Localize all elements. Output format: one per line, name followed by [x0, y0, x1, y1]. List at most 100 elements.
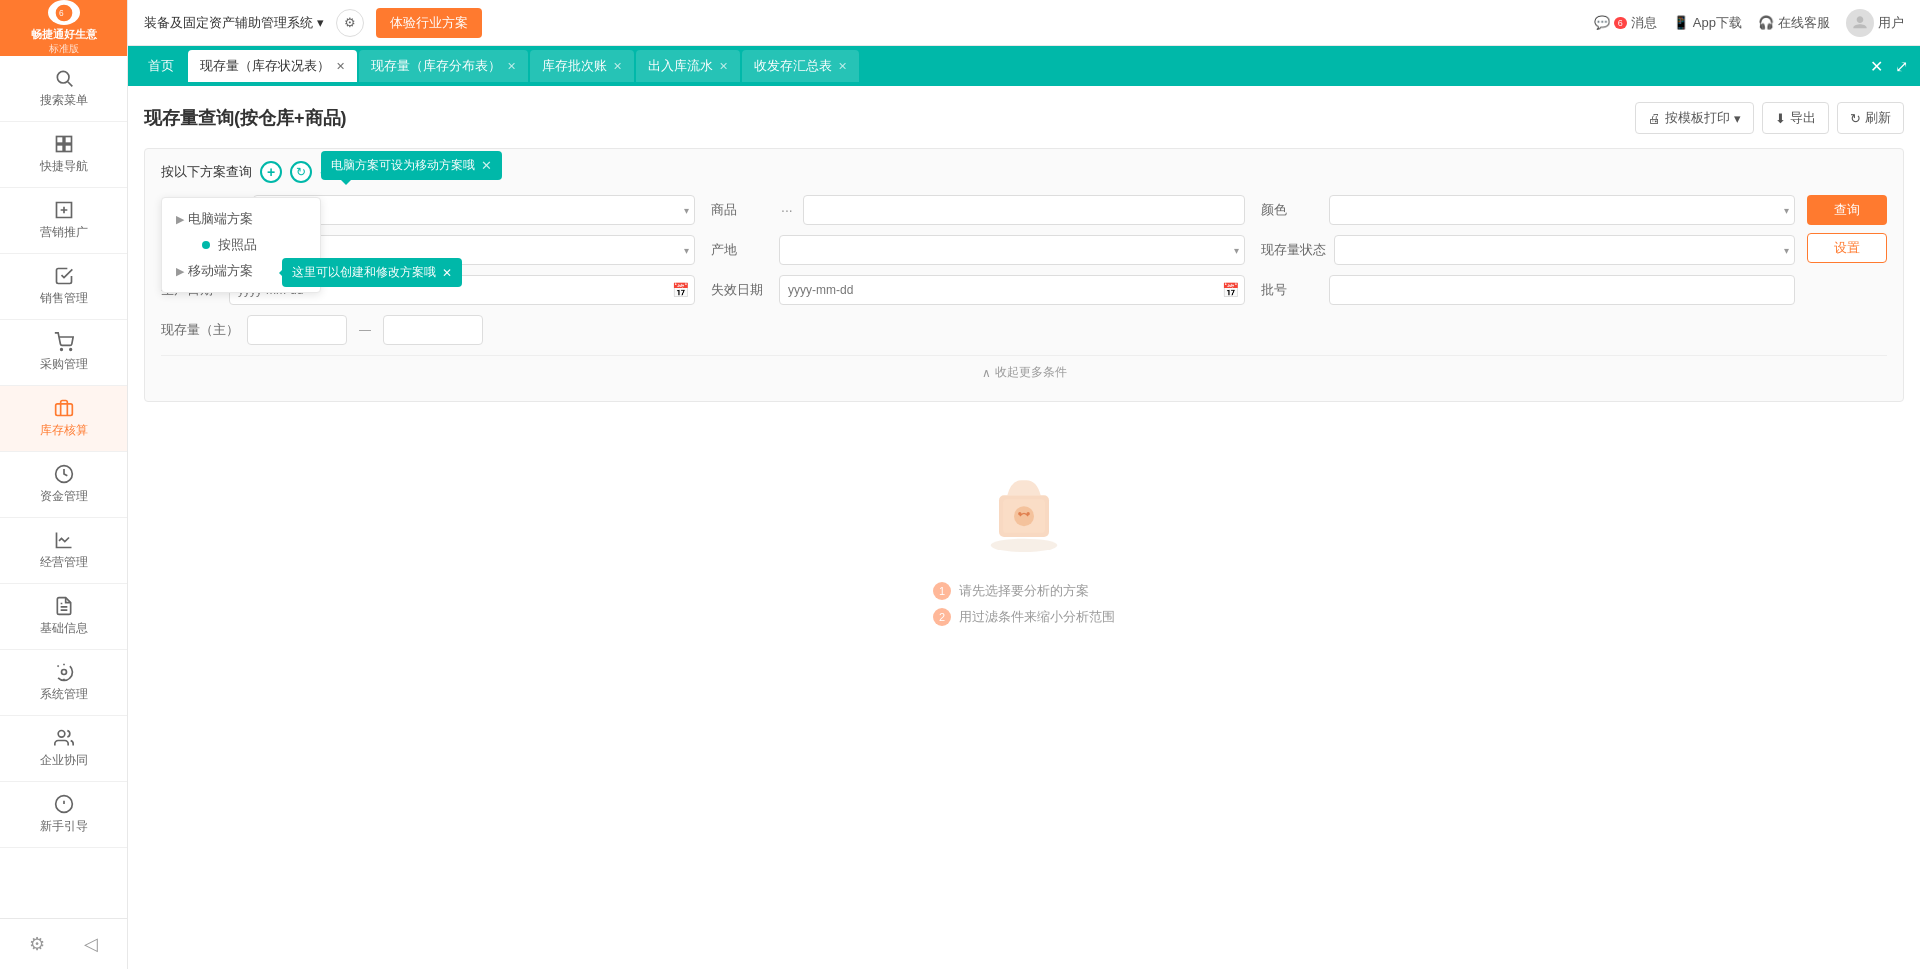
print-chevron-icon: ▾ [1734, 111, 1741, 126]
user-btn[interactable]: 用户 [1846, 9, 1904, 37]
origin-select-wrapper: ▾ [779, 235, 1245, 265]
message-btn[interactable]: 💬 6 消息 [1594, 14, 1657, 32]
system-settings-btn[interactable]: ⚙ [336, 9, 364, 37]
collapse-bar[interactable]: ∧ 收起更多条件 [161, 355, 1887, 389]
range-sep: — [355, 323, 375, 337]
tree-sub-label: 按照品 [218, 236, 257, 254]
svg-point-9 [69, 349, 71, 351]
tree-dot-icon [202, 241, 210, 249]
tab-home[interactable]: 首页 [136, 50, 186, 82]
tab-batch[interactable]: 库存批次账 ✕ [530, 50, 634, 82]
tab-batch-close[interactable]: ✕ [613, 60, 622, 73]
reset-btn[interactable]: 设置 [1807, 233, 1887, 263]
tab-stock-dist-close[interactable]: ✕ [507, 60, 516, 73]
filter-refresh-btn[interactable]: ↻ [290, 161, 312, 183]
product-input[interactable] [803, 195, 1245, 225]
message-icon: 💬 [1594, 15, 1610, 30]
filter-main-stock-row: 现存量（主） — [161, 315, 561, 345]
collapse-sidebar-btn[interactable]: ◁ [80, 929, 102, 959]
filter-label: 按以下方案查询 [161, 163, 252, 181]
sidebar-item-enterprise[interactable]: 企业协同 [0, 716, 127, 782]
scheme-tree: ▶ 电脑端方案 按照品 ▶ 移动端方案 这里可以创建和修改方案哦 ✕ [161, 197, 321, 293]
tab-close-all-btn[interactable]: ✕ [1866, 53, 1887, 80]
refresh-label: 刷新 [1865, 109, 1891, 127]
sidebar-item-quicknav[interactable]: 快捷导航 [0, 122, 127, 188]
tab-stock-status[interactable]: 现存量（库存状况表） ✕ [188, 50, 357, 82]
page-actions: 🖨 按模板打印 ▾ ⬇ 导出 ↻ 刷新 [1635, 102, 1904, 134]
settings-icon[interactable]: ⚙ [25, 929, 49, 959]
empty-illustration [974, 462, 1074, 562]
tab-summary-close[interactable]: ✕ [838, 60, 847, 73]
tab-inout-close[interactable]: ✕ [719, 60, 728, 73]
stock-status-label: 现存量状态 [1261, 241, 1326, 259]
product-dots[interactable]: ··· [779, 202, 795, 218]
origin-label: 产地 [711, 241, 771, 259]
stock-status-select-wrapper: ▾ [1334, 235, 1795, 265]
sidebar-item-finance[interactable]: 资金管理 [0, 452, 127, 518]
calendar-icon[interactable]: 📅 [672, 282, 689, 298]
sidebar-item-inventory[interactable]: 库存核算 [0, 386, 127, 452]
tooltip2-close[interactable]: ✕ [442, 266, 452, 280]
sidebar-bottom: ⚙ ◁ [0, 918, 127, 969]
print-btn[interactable]: 🖨 按模板打印 ▾ [1635, 102, 1754, 134]
main-stock-max-input[interactable] [383, 315, 483, 345]
svg-rect-7 [64, 145, 71, 152]
refresh-btn[interactable]: ↻ 刷新 [1837, 102, 1904, 134]
empty-tip2: 2 用过滤条件来缩小分析范围 [933, 608, 1115, 626]
tab-summary[interactable]: 收发存汇总表 ✕ [742, 50, 859, 82]
search-btn[interactable]: 查询 [1807, 195, 1887, 225]
tip1-num: 1 [933, 582, 951, 600]
tab-bar-right: ✕ ⤢ [1866, 53, 1912, 80]
app-name: 畅捷通好生意 [31, 27, 97, 42]
sidebar-item-system[interactable]: 系统管理 [0, 650, 127, 716]
tab-inout[interactable]: 出入库流水 ✕ [636, 50, 740, 82]
tree-sub-item[interactable]: 按照品 [170, 232, 312, 258]
tree-pc-scheme[interactable]: ▶ 电脑端方案 [170, 206, 312, 232]
filter-header: 按以下方案查询 + ↻ « 电脑方案可设为移动方案哦 ✕ ▶ 电脑端方案 [161, 161, 1887, 183]
color-input[interactable] [1329, 195, 1795, 225]
sidebar-item-operations[interactable]: 经营管理 [0, 518, 127, 584]
sidebar-item-marketing[interactable]: 营销推广 [0, 188, 127, 254]
app-download-btn[interactable]: 📱 App下载 [1673, 14, 1742, 32]
industry-btn[interactable]: 体验行业方案 [376, 8, 482, 38]
batch-input[interactable] [1329, 275, 1795, 305]
tab-stock-dist-label: 现存量（库存分布表） [371, 57, 501, 75]
product-label: 商品 [711, 201, 771, 219]
tab-fullscreen-btn[interactable]: ⤢ [1891, 53, 1912, 80]
sidebar-item-base[interactable]: 基础信息 [0, 584, 127, 650]
sidebar-item-search[interactable]: 搜索菜单 [0, 56, 127, 122]
online-support-btn[interactable]: 🎧 在线客服 [1758, 14, 1830, 32]
expire-calendar-icon[interactable]: 📅 [1222, 282, 1239, 298]
main-stock-min-input[interactable] [247, 315, 347, 345]
page-title: 现存量查询(按仓库+商品) [144, 106, 347, 130]
header-right: 💬 6 消息 📱 App下载 🎧 在线客服 用户 [1594, 9, 1904, 37]
filter-expire-date: 失效日期 📅 [711, 275, 1245, 305]
origin-input[interactable] [779, 235, 1245, 265]
export-btn[interactable]: ⬇ 导出 [1762, 102, 1829, 134]
svg-rect-6 [56, 145, 63, 152]
export-label: 导出 [1790, 109, 1816, 127]
tab-stock-status-close[interactable]: ✕ [336, 60, 345, 73]
tree-mobile-label: 移动端方案 [188, 262, 253, 280]
expire-date-label: 失效日期 [711, 281, 771, 299]
svg-point-0 [55, 4, 72, 21]
svg-point-2 [57, 71, 69, 83]
tooltip2-text: 这里可以创建和修改方案哦 [292, 264, 436, 281]
sidebar-item-sales[interactable]: 销售管理 [0, 254, 127, 320]
svg-point-15 [991, 539, 1058, 552]
sidebar-nav: 搜索菜单 快捷导航 营销推广 销售管理 采购管理 库存核算 资金管理 经营管理 [0, 56, 127, 918]
filter-add-btn[interactable]: + [260, 161, 282, 183]
tip2-text: 用过滤条件来缩小分析范围 [959, 608, 1115, 626]
svg-rect-4 [56, 137, 63, 144]
tree-expand-icon: ▶ [176, 213, 184, 226]
system-selector[interactable]: 装备及固定资产辅助管理系统 ▾ [144, 14, 324, 32]
phone-icon: 📱 [1673, 15, 1689, 30]
empty-state: 1 请先选择要分析的方案 2 用过滤条件来缩小分析范围 [144, 402, 1904, 686]
tab-summary-label: 收发存汇总表 [754, 57, 832, 75]
sidebar-item-guide[interactable]: 新手引导 [0, 782, 127, 848]
stock-status-input[interactable] [1334, 235, 1795, 265]
tooltip1-close[interactable]: ✕ [481, 158, 492, 173]
sidebar-item-purchase[interactable]: 采购管理 [0, 320, 127, 386]
expire-date-input[interactable] [779, 275, 1245, 305]
tab-stock-dist[interactable]: 现存量（库存分布表） ✕ [359, 50, 528, 82]
